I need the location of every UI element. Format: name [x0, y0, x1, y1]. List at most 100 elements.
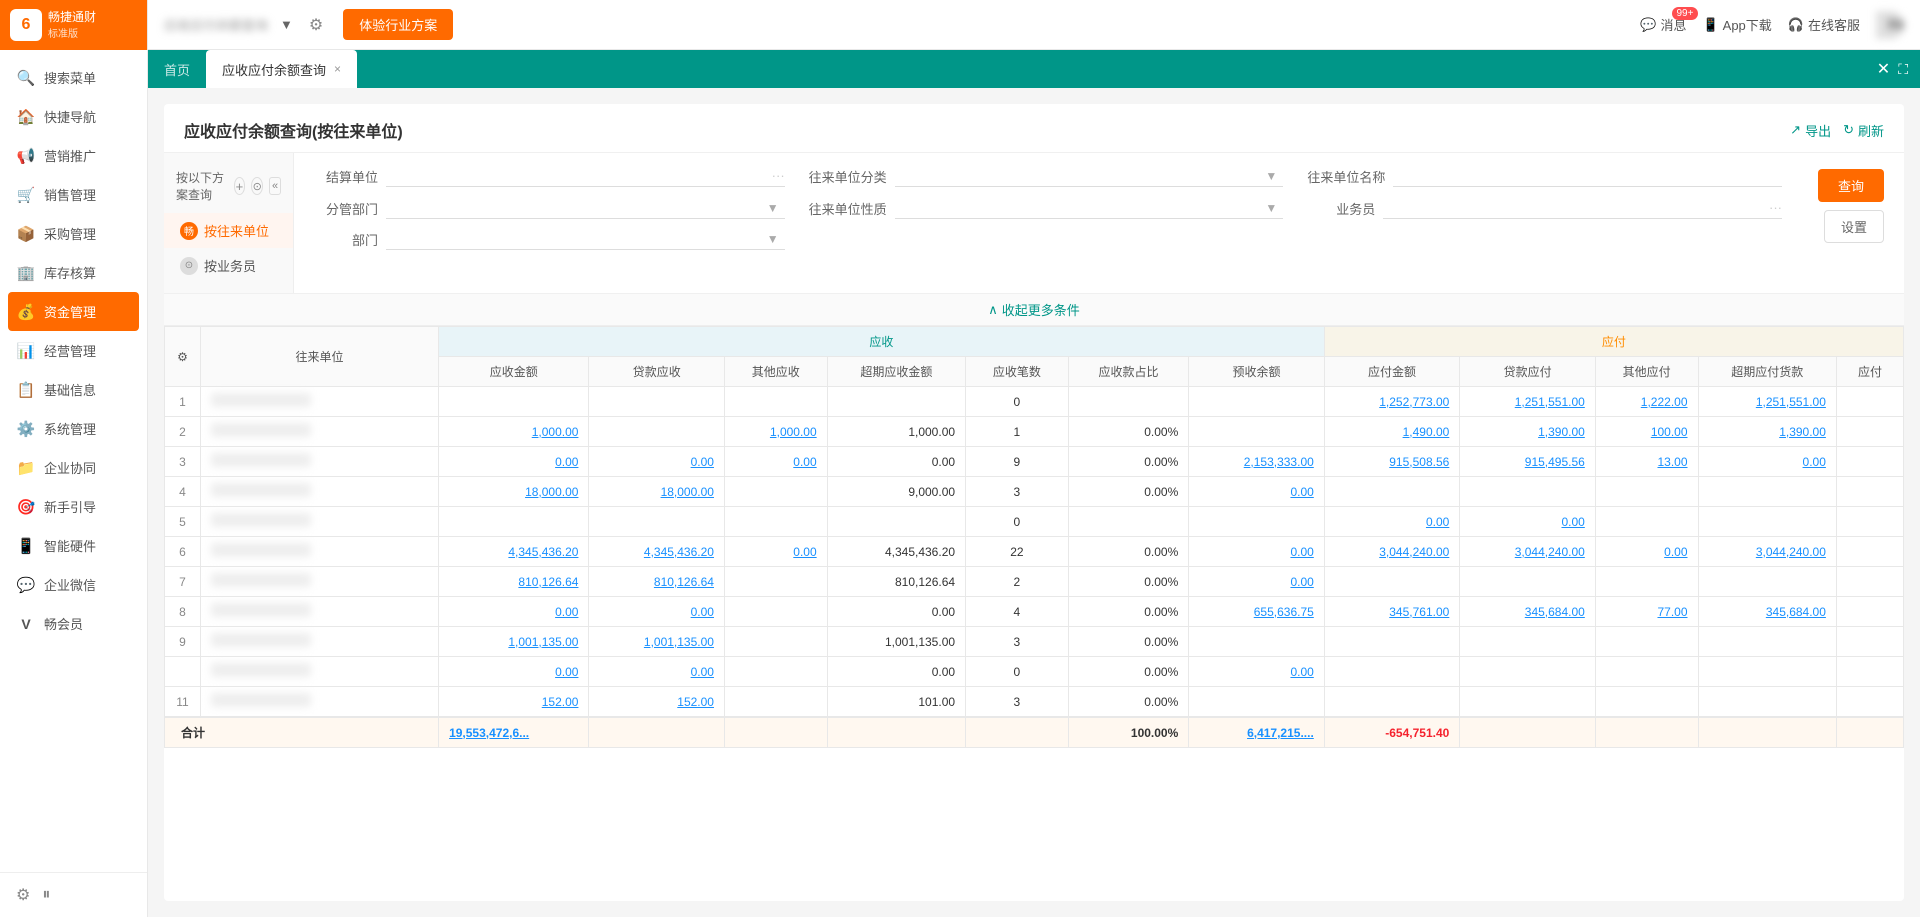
sidebar-item-vip[interactable]: V 畅会员: [0, 604, 147, 643]
row-ap-loan: 0.00: [1460, 507, 1596, 537]
sidebar-item-collab[interactable]: 📁 企业协同: [0, 448, 147, 487]
row-ar-ratio: 0.00%: [1068, 537, 1189, 567]
row-ar-overdue: [827, 387, 965, 417]
sidebar: 6 畅捷通财 标准版 🔍 搜索菜单 🏠 快捷导航 📢 营销推广 🛒 销售管理 📦…: [0, 0, 148, 917]
settlement-input[interactable]: [386, 168, 772, 183]
row-ar-ratio: 0.00%: [1068, 477, 1189, 507]
filter-input-dept[interactable]: ▼: [386, 198, 785, 219]
filter-input-name[interactable]: [1393, 165, 1782, 187]
row-ap-amount: [1324, 687, 1460, 718]
table-row: 9 1,001,135.00 1,001,135.00 1,001,135.00…: [165, 627, 1904, 657]
filter-area: 按以下方案查询 + ⊙ « 畅 按往来单位 ⊙ 按业务员: [164, 153, 1904, 326]
row-ap-suffix: [1836, 687, 1903, 718]
header-gear-icon[interactable]: ⚙: [309, 15, 323, 35]
filter-cell-dept: 分管部门 ▼: [310, 197, 785, 219]
row-ar-overdue: 0.00: [827, 657, 965, 687]
sidebar-label-inventory: 库存核算: [44, 263, 96, 282]
sidebar-label-vip: 畅会员: [44, 614, 83, 633]
row-num: 8: [165, 597, 201, 627]
settings-icon[interactable]: ⚙: [16, 885, 30, 905]
scheme-item-sales[interactable]: ⊙ 按业务员: [164, 248, 293, 283]
scheme-settings-button[interactable]: ⊙: [251, 177, 263, 195]
nature-chevron-icon[interactable]: ▼: [1265, 201, 1277, 215]
salesperson-dots-icon[interactable]: ···: [1769, 200, 1782, 215]
online-service-button[interactable]: 🎧 在线客服: [1788, 15, 1860, 34]
sidebar-item-sales[interactable]: 🛒 销售管理: [0, 175, 147, 214]
table-settings-header[interactable]: ⚙: [165, 327, 201, 387]
sidebar-item-marketing[interactable]: 📢 营销推广: [0, 136, 147, 175]
sidebar-label-hardware: 智能硬件: [44, 536, 96, 555]
sidebar-label-operation: 经营管理: [44, 341, 96, 360]
footer-ar-overdue: [827, 717, 965, 748]
row-ar-prepay: 2,153,333.00: [1189, 447, 1325, 477]
scheme-item-partner[interactable]: 畅 按往来单位: [164, 213, 293, 248]
sidebar-item-finance[interactable]: 💰 资金管理: [8, 292, 139, 331]
sidebar-item-hardware[interactable]: 📱 智能硬件: [0, 526, 147, 565]
row-ar-overdue: 0.00: [827, 447, 965, 477]
row-ap-suffix: [1836, 417, 1903, 447]
header-dropdown[interactable]: ▼: [280, 17, 293, 32]
footer-ar-prepay: 6,417,215....: [1189, 717, 1325, 748]
filter-row-3: 部门 ▼: [310, 229, 1782, 250]
row-ar-prepay: [1189, 387, 1325, 417]
footer-ap-overdue: [1698, 717, 1836, 748]
subdept-chevron-icon[interactable]: ▼: [767, 232, 779, 246]
finance-icon: 💰: [16, 303, 36, 321]
row-ap-loan: 3,044,240.00: [1460, 537, 1596, 567]
sidebar-item-nav[interactable]: 🏠 快捷导航: [0, 97, 147, 136]
row-ar-loan: [589, 417, 725, 447]
filter-settings-button[interactable]: 设置: [1824, 210, 1884, 243]
tab-close-window-button[interactable]: ✕: [1877, 59, 1890, 79]
filter-label-subdept: 部门: [310, 230, 378, 249]
table-row: 0.00 0.00 0.00 0 0.00% 0.00: [165, 657, 1904, 687]
row-ar-count: 0: [966, 387, 1069, 417]
user-avatar[interactable]: Rit: [1876, 11, 1904, 39]
collapse-more-button[interactable]: ∧ 收起更多条件: [164, 293, 1904, 325]
tab-ar-label: 应收应付余额查询: [222, 60, 326, 79]
sidebar-item-basic[interactable]: 📋 基础信息: [0, 370, 147, 409]
partner-name-input[interactable]: [1393, 168, 1782, 183]
filter-input-nature[interactable]: ▼: [895, 198, 1284, 219]
purchase-icon: 📦: [16, 225, 36, 243]
refresh-button[interactable]: ↻ 刷新: [1843, 121, 1884, 140]
sidebar-label-collab: 企业协同: [44, 458, 96, 477]
sidebar-item-wechat[interactable]: 💬 企业微信: [0, 565, 147, 604]
row-ar-prepay: [1189, 507, 1325, 537]
message-button[interactable]: 💬 消息 99+: [1640, 15, 1686, 34]
filter-input-settlement[interactable]: ···: [386, 165, 785, 187]
settlement-dots-icon[interactable]: ···: [772, 168, 785, 183]
sidebar-item-search[interactable]: 🔍 搜索菜单: [0, 58, 147, 97]
row-ar-prepay: 0.00: [1189, 537, 1325, 567]
query-button[interactable]: 查询: [1818, 169, 1884, 202]
row-ap-overdue: [1698, 657, 1836, 687]
footer-ar-count: [966, 717, 1069, 748]
scheme-collapse-button[interactable]: «: [269, 177, 281, 195]
tab-ar-query[interactable]: 应收应付余额查询 ×: [206, 50, 357, 88]
export-button[interactable]: ↗ 导出: [1790, 121, 1831, 140]
main-content: 应收应付余额查询(按往来单位) ↗ 导出 ↻ 刷新 按以下方案查询: [148, 88, 1920, 917]
sidebar-item-purchase[interactable]: 📦 采购管理: [0, 214, 147, 253]
data-table: ⚙ 往来单位 应收 应付 应收金额 贷款应收 其他应收 超期应收金额 应收笔数 …: [164, 326, 1904, 748]
sidebar-item-inventory[interactable]: 🏢 库存核算: [0, 253, 147, 292]
sidebar-item-system[interactable]: ⚙️ 系统管理: [0, 409, 147, 448]
row-ar-overdue: 101.00: [827, 687, 965, 718]
row-ap-amount: 3,044,240.00: [1324, 537, 1460, 567]
filter-input-salesperson[interactable]: ···: [1383, 197, 1782, 219]
filter-input-category[interactable]: ▼: [895, 166, 1284, 187]
sidebar-footer: ⚙ ⏸: [0, 872, 147, 917]
salesperson-input[interactable]: [1383, 200, 1769, 215]
filter-input-subdept[interactable]: ▼: [386, 229, 785, 250]
tab-maximize-button[interactable]: ⛶: [1898, 61, 1908, 78]
tab-close-icon[interactable]: ×: [334, 62, 341, 76]
sidebar-item-operation[interactable]: 📊 经营管理: [0, 331, 147, 370]
sidebar-item-guide[interactable]: 🎯 新手引导: [0, 487, 147, 526]
category-chevron-icon[interactable]: ▼: [1265, 169, 1277, 183]
trial-button[interactable]: 体验行业方案: [343, 9, 453, 40]
table-receivable-header: 应收: [439, 327, 1325, 357]
dept-chevron-icon[interactable]: ▼: [767, 201, 779, 215]
collapse-icon[interactable]: ⏸: [42, 886, 50, 904]
row-num: 11: [165, 687, 201, 718]
add-scheme-button[interactable]: +: [234, 177, 246, 195]
app-download-button[interactable]: 📱 App下载: [1702, 15, 1771, 34]
tab-home[interactable]: 首页: [148, 50, 206, 88]
